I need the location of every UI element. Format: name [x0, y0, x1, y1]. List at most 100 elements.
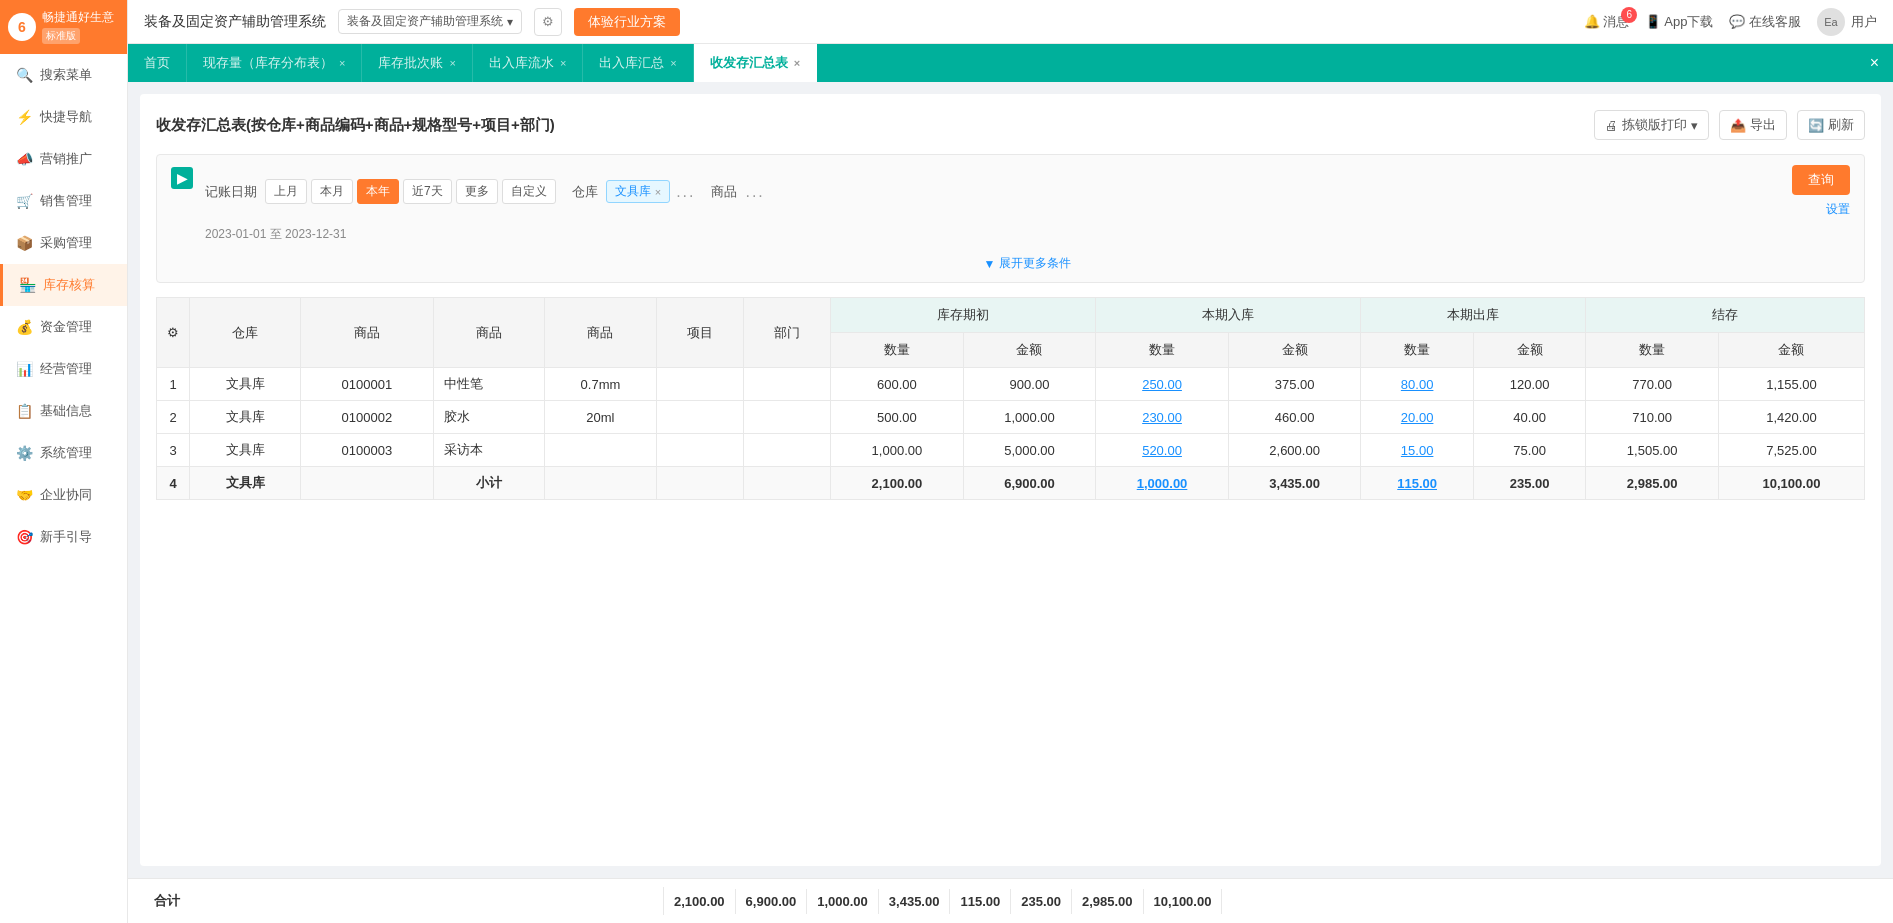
th-opening-group: 库存期初 — [831, 298, 1096, 333]
warehouse-tag-group: 文具库 × ... — [606, 180, 696, 203]
date-custom-btn[interactable]: 自定义 — [502, 179, 556, 204]
topbar-left: 装备及固定资产辅助管理系统 装备及固定资产辅助管理系统 ▾ ⚙ 体验行业方案 — [144, 8, 680, 36]
trial-button[interactable]: 体验行业方案 — [574, 8, 680, 36]
tab-flow-close[interactable]: × — [560, 57, 566, 69]
tab-home-label: 首页 — [144, 54, 170, 72]
warehouse-tag[interactable]: 文具库 × — [606, 180, 670, 203]
sidebar-item-finance[interactable]: 💰 资金管理 — [0, 306, 127, 348]
warehouse-more-dots[interactable]: ... — [676, 183, 695, 201]
system-selector[interactable]: 装备及固定资产辅助管理系统 ▾ — [338, 9, 522, 34]
sidebar-item-label: 资金管理 — [40, 318, 92, 336]
page-content: 收发存汇总表(按仓库+商品编码+商品+规格型号+项目+部门) 🖨 拣锁版打印 ▾… — [128, 82, 1893, 878]
online-service-link[interactable]: 💬 在线客服 — [1729, 13, 1801, 31]
settings-gear-button[interactable]: ⚙ — [534, 8, 562, 36]
logo-icon: 6 — [8, 13, 36, 41]
warehouse-label: 仓库 — [572, 183, 598, 201]
tabbar-close-all[interactable]: × — [1856, 46, 1893, 80]
tab-batch[interactable]: 库存批次账 × — [362, 44, 472, 82]
sidebar: 6 畅捷通好生意 标准版 🔍 搜索菜单 ⚡ 快捷导航 📣 营销推广 🛒 销售管理… — [0, 0, 128, 923]
tab-inventory-dist[interactable]: 现存量（库存分布表） × — [187, 44, 362, 82]
date-curr-year-btn[interactable]: 本年 — [357, 179, 399, 204]
sidebar-item-label: 企业协同 — [40, 486, 92, 504]
tabbar: 首页 现存量（库存分布表） × 库存批次账 × 出入库流水 × 出入库汇总 × … — [128, 44, 1893, 82]
th-warehouse: 仓库 — [190, 298, 301, 368]
tab-recv-send[interactable]: 收发存汇总表 × — [694, 44, 817, 82]
th-goods-name: 商品 — [433, 298, 544, 368]
th-in-group: 本期入库 — [1096, 298, 1361, 333]
date-more-btn[interactable]: 更多 — [456, 179, 498, 204]
sidebar-item-base-info[interactable]: 📋 基础信息 — [0, 390, 127, 432]
filter-row-1: 记账日期 上月 本月 本年 近7天 更多 自定义 仓库 — [205, 165, 1850, 218]
th-project: 项目 — [657, 298, 744, 368]
refresh-button[interactable]: 🔄 刷新 — [1797, 110, 1865, 140]
filter-query-col: 查询 设置 — [1792, 165, 1850, 218]
footer-open-amt: 6,900.00 — [736, 889, 808, 914]
base-info-icon: 📋 — [16, 403, 32, 419]
sidebar-item-sales[interactable]: 🛒 销售管理 — [0, 180, 127, 222]
sidebar-item-label: 系统管理 — [40, 444, 92, 462]
print-button[interactable]: 🖨 拣锁版打印 ▾ — [1594, 110, 1709, 140]
sidebar-item-label: 采购管理 — [40, 234, 92, 252]
footer-close-amt: 10,100.00 — [1144, 889, 1223, 914]
system-title: 装备及固定资产辅助管理系统 — [144, 13, 326, 31]
app-download-link[interactable]: 📱 App下载 — [1645, 13, 1713, 31]
notification-bell[interactable]: 🔔 6 消息 — [1584, 13, 1630, 31]
tab-summary[interactable]: 出入库汇总 × — [583, 44, 693, 82]
filter-collapse-button[interactable]: ▶ — [171, 167, 193, 189]
enterprise-icon: 🤝 — [16, 487, 32, 503]
sidebar-item-label: 快捷导航 — [40, 108, 92, 126]
th-open-qty: 数量 — [831, 333, 964, 368]
warehouse-tag-close[interactable]: × — [655, 186, 661, 198]
date-curr-month-btn[interactable]: 本月 — [311, 179, 353, 204]
footer-out-qty: 115.00 — [950, 889, 1011, 914]
sales-icon: 🛒 — [16, 193, 32, 209]
sidebar-item-purchase[interactable]: 📦 采购管理 — [0, 222, 127, 264]
tab-home[interactable]: 首页 — [128, 44, 187, 82]
goods-more-dots[interactable]: ... — [745, 183, 764, 201]
tab-summary-close[interactable]: × — [670, 57, 676, 69]
settings-link[interactable]: 设置 — [1826, 201, 1850, 218]
export-icon: 📤 — [1730, 118, 1746, 133]
operation-icon: 📊 — [16, 361, 32, 377]
print-label: 拣锁版打印 — [1622, 116, 1687, 134]
date-7days-btn[interactable]: 近7天 — [403, 179, 452, 204]
sidebar-item-enterprise[interactable]: 🤝 企业协同 — [0, 474, 127, 516]
tab-batch-label: 库存批次账 — [378, 54, 443, 72]
logo-text-group: 畅捷通好生意 标准版 — [42, 10, 114, 44]
online-service-label: 在线客服 — [1749, 14, 1801, 29]
tab-inventory-dist-close[interactable]: × — [339, 57, 345, 69]
search-icon: 🔍 — [16, 67, 32, 83]
tab-batch-close[interactable]: × — [449, 57, 455, 69]
query-button[interactable]: 查询 — [1792, 165, 1850, 195]
tab-recv-send-close[interactable]: × — [794, 57, 800, 69]
quick-nav-icon: ⚡ — [16, 109, 32, 125]
expand-more-button[interactable]: ▼ 展开更多条件 — [205, 255, 1850, 272]
th-close-amt: 金额 — [1718, 333, 1864, 368]
sidebar-item-marketing[interactable]: 📣 营销推广 — [0, 138, 127, 180]
refresh-icon: 🔄 — [1808, 118, 1824, 133]
tab-flow[interactable]: 出入库流水 × — [473, 44, 583, 82]
finance-icon: 💰 — [16, 319, 32, 335]
user-section[interactable]: Ea 用户 — [1817, 8, 1877, 36]
date-prev-month-btn[interactable]: 上月 — [265, 179, 307, 204]
th-out-group: 本期出库 — [1361, 298, 1586, 333]
sidebar-item-inventory[interactable]: 🏪 库存核算 — [0, 264, 127, 306]
footer-in-amt: 3,435.00 — [879, 889, 951, 914]
sidebar-menu: 🔍 搜索菜单 ⚡ 快捷导航 📣 营销推广 🛒 销售管理 📦 采购管理 🏪 库存核… — [0, 54, 127, 923]
expand-arrow-icon: ▼ — [984, 257, 996, 271]
sidebar-item-label: 销售管理 — [40, 192, 92, 210]
footer-row: 合计 2,100.00 6,900.00 1,000.00 3,435.00 1… — [144, 887, 1877, 915]
sidebar-item-quick-nav[interactable]: ⚡ 快捷导航 — [0, 96, 127, 138]
page-footer: 合计 2,100.00 6,900.00 1,000.00 3,435.00 1… — [128, 878, 1893, 923]
sidebar-item-operation[interactable]: 📊 经营管理 — [0, 348, 127, 390]
th-spec: 商品 — [544, 298, 656, 368]
footer-total-label: 合计 — [144, 887, 664, 915]
sidebar-item-guide[interactable]: 🎯 新手引导 — [0, 516, 127, 558]
export-button[interactable]: 📤 导出 — [1719, 110, 1787, 140]
printer-icon: 🖨 — [1605, 118, 1618, 133]
sidebar-item-system[interactable]: ⚙️ 系统管理 — [0, 432, 127, 474]
app-download-label: App下载 — [1664, 14, 1713, 29]
sidebar-item-search[interactable]: 🔍 搜索菜单 — [0, 54, 127, 96]
th-in-amt: 金额 — [1228, 333, 1361, 368]
filter-bar: ▶ 记账日期 上月 本月 本年 近7天 更多 自定义 — [156, 154, 1865, 283]
